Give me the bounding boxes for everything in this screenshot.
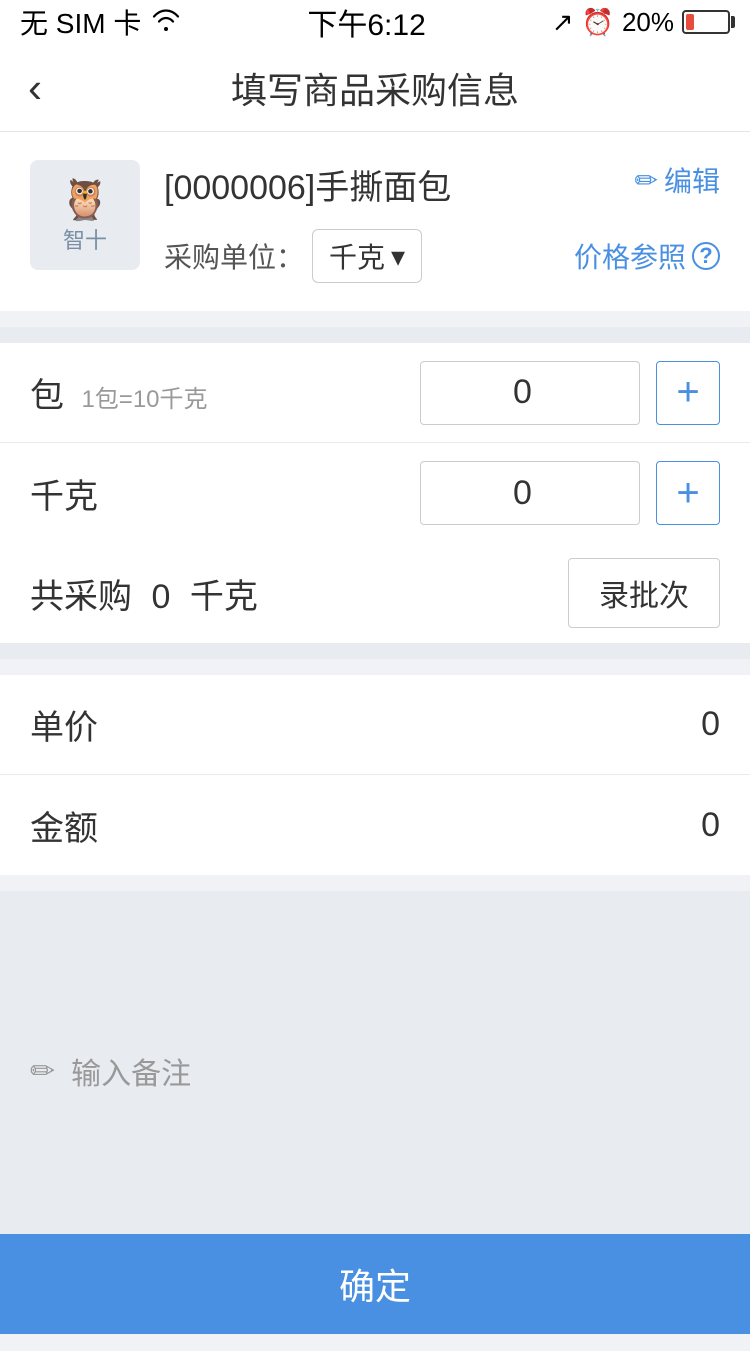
amount-row: 金额 0 (0, 775, 750, 875)
kg-row: 千克 + (0, 443, 750, 543)
nav-bar: ‹ 填写商品采购信息 (0, 44, 750, 132)
confirm-label: 确定 (339, 1258, 411, 1310)
kg-plus-button[interactable]: + (656, 461, 720, 525)
batch-button[interactable]: 录批次 (568, 558, 720, 628)
gps-icon: ↗ (552, 7, 574, 38)
carrier-label: 无 SIM 卡 (20, 2, 141, 42)
remark-placeholder: 输入备注 (71, 1049, 191, 1093)
unit-price-value: 0 (701, 705, 720, 744)
unit-price-row: 单价 0 (0, 675, 750, 775)
kg-input[interactable] (420, 461, 640, 525)
unit-select[interactable]: 千克 ▾ (312, 229, 422, 283)
pencil-icon: ✏ (30, 1054, 55, 1089)
section-divider-2 (0, 643, 750, 659)
bag-input[interactable] (420, 361, 640, 425)
battery-percent: 20% (622, 7, 674, 38)
total-section: 共采购 0 千克 录批次 (0, 543, 750, 643)
edit-icon: ✏ (635, 164, 658, 197)
unit-row: 采购单位： 千克 ▾ 价格参照 ? (164, 229, 720, 283)
main-content: 🦉 智十 [0000006]手撕面包 ✏ 编辑 采购单位： 千克 ▾ (0, 132, 750, 1351)
status-bar: 无 SIM 卡 下午6:12 ↗ ⏰ 20% (0, 0, 750, 44)
status-left: 无 SIM 卡 (20, 2, 181, 42)
kg-label: 千克 (30, 469, 110, 518)
bag-plus-button[interactable]: + (656, 361, 720, 425)
product-image: 🦉 智十 (30, 160, 140, 270)
bag-row: 包 1包=10千克 + (0, 343, 750, 443)
price-ref-button[interactable]: 价格参照 ? (574, 236, 720, 276)
confirm-button[interactable]: 确定 (0, 1234, 750, 1334)
product-info: [0000006]手撕面包 ✏ 编辑 采购单位： 千克 ▾ 价格参照 ? (164, 160, 720, 283)
status-time: 下午6:12 (307, 0, 425, 44)
bag-input-area: + (208, 361, 720, 425)
amount-value: 0 (701, 806, 720, 845)
back-button[interactable]: ‹ (28, 64, 42, 112)
amount-label: 金额 (30, 801, 98, 850)
dropdown-icon: ▾ (391, 240, 405, 273)
unit-label: 采购单位： (164, 236, 304, 276)
total-value: 0 (151, 578, 170, 616)
alarm-icon: ⏰ (582, 7, 614, 38)
product-owl-icon: 🦉 (60, 176, 110, 223)
edit-button[interactable]: ✏ 编辑 (635, 160, 720, 200)
product-card: 🦉 智十 [0000006]手撕面包 ✏ 编辑 采购单位： 千克 ▾ (0, 132, 750, 311)
total-text: 共采购 0 千克 (30, 569, 258, 618)
page-title: 填写商品采购信息 (231, 62, 519, 114)
battery-icon (682, 10, 730, 34)
info-icon: ? (692, 242, 720, 270)
wifi-icon (151, 6, 181, 38)
bag-label: 包 1包=10千克 (30, 368, 208, 417)
section-divider-1 (0, 327, 750, 343)
price-section: 单价 0 金额 0 (0, 675, 750, 875)
product-name-row: [0000006]手撕面包 ✏ 编辑 (164, 160, 720, 209)
status-right: ↗ ⏰ 20% (552, 7, 730, 38)
kg-input-area: + (110, 461, 720, 525)
unit-price-label: 单价 (30, 700, 98, 749)
product-brand: 智十 (63, 223, 107, 255)
remark-section[interactable]: ✏ 输入备注 (0, 891, 750, 1251)
product-name: [0000006]手撕面包 (164, 160, 451, 209)
quantity-form: 包 1包=10千克 + 千克 + (0, 343, 750, 543)
